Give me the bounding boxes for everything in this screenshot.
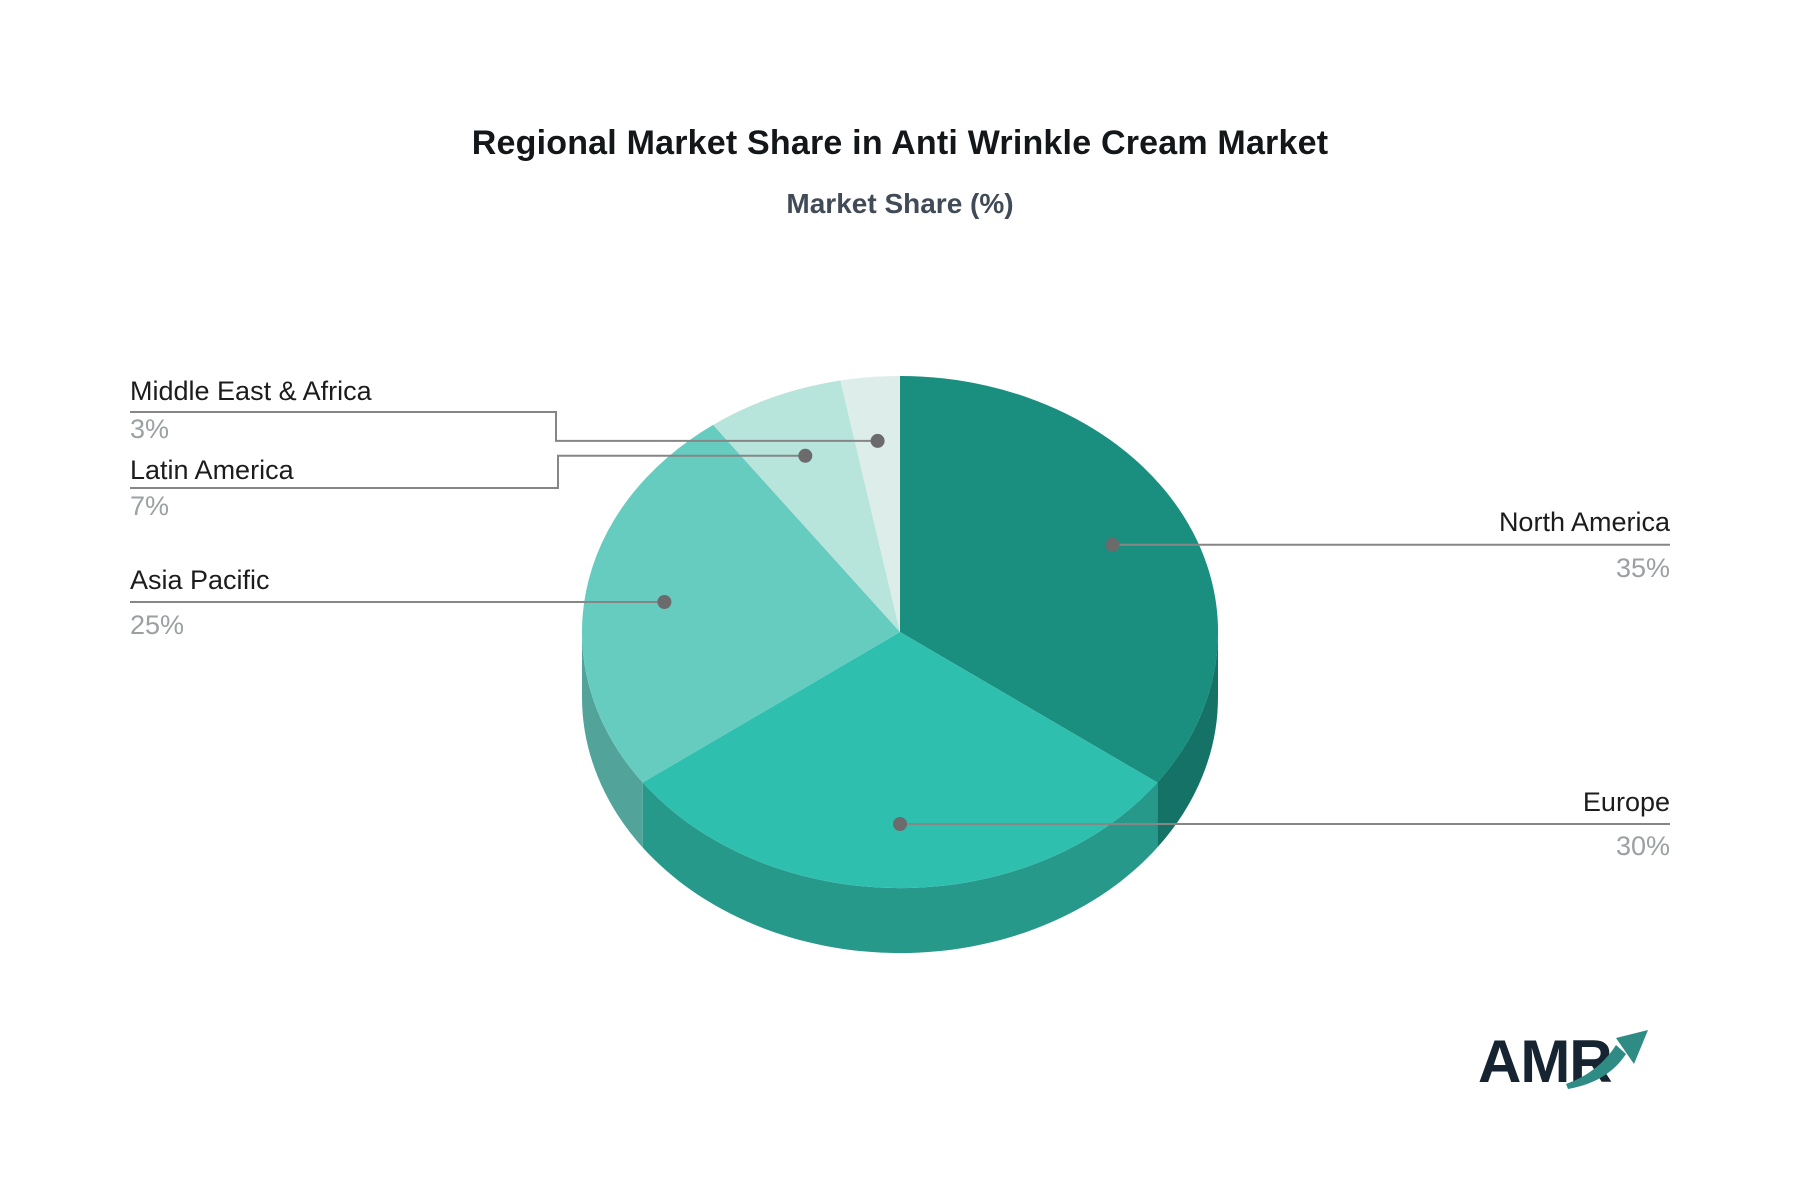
slice-label-europe: Europe <box>1582 787 1670 817</box>
pie-chart <box>130 375 1670 954</box>
slice-percent-middle-east-africa: 3% <box>130 414 170 444</box>
leader-dot <box>1105 537 1120 552</box>
amr-logo: AMR <box>1478 1030 1708 1112</box>
leader-dot <box>798 448 813 463</box>
slice-label-asia-pacific: Asia Pacific <box>130 565 270 595</box>
slice-label-latin-america: Latin America <box>130 455 294 485</box>
chart-canvas: Regional Market Share in Anti Wrinkle Cr… <box>0 0 1800 1196</box>
amr-logo-arrow-icon <box>1566 1030 1648 1089</box>
leader-dot <box>657 595 672 609</box>
slice-percent-latin-america: 7% <box>130 491 170 521</box>
slice-label-middle-east-africa: Middle East & Africa <box>130 376 372 406</box>
leader-dot <box>870 433 885 448</box>
leader-dot <box>893 817 907 831</box>
slice-label-north-america: North America <box>1498 507 1670 537</box>
slice-percent-north-america: 35% <box>1615 553 1670 583</box>
slice-percent-europe: 30% <box>1615 831 1670 861</box>
slice-percent-asia-pacific: 25% <box>130 610 185 640</box>
